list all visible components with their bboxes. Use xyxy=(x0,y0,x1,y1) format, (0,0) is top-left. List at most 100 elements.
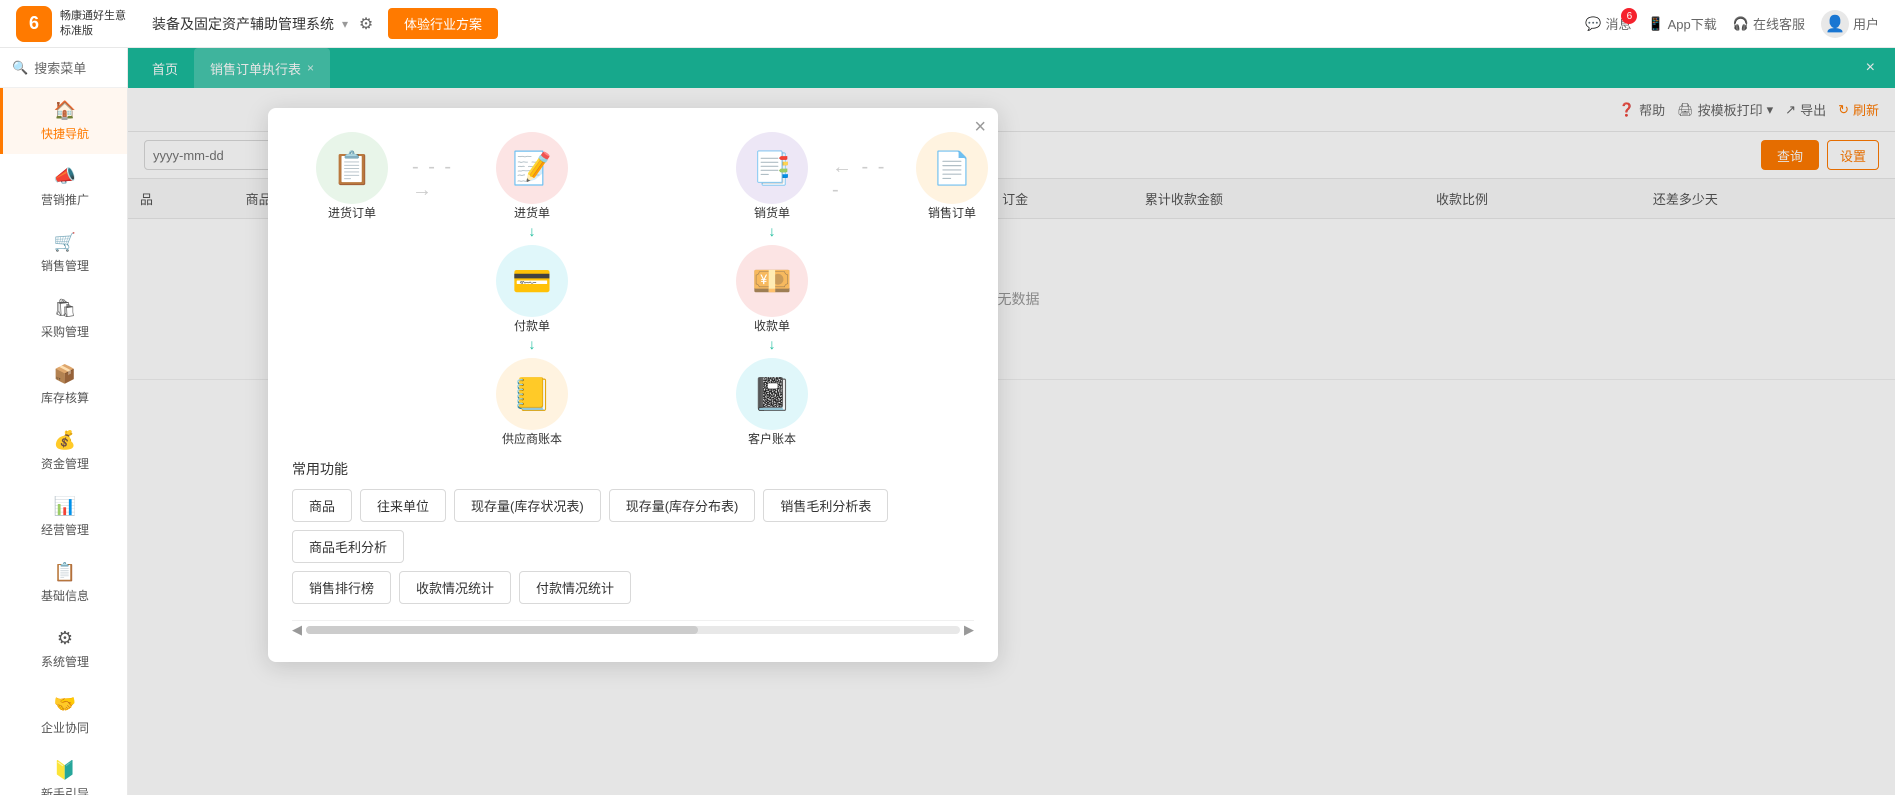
sidebar-item-purchase[interactable]: 🛍 采购管理 xyxy=(0,286,127,352)
logo-area: 6 畅康通好生意 标准版 xyxy=(16,6,144,42)
flow-label-receipt: 收款单 xyxy=(754,317,790,334)
sidebar-item-system[interactable]: ⚙ 系统管理 xyxy=(0,616,127,682)
flow-cell-receipt: 💴 收款单 xyxy=(712,245,832,334)
flow-cell-payment: 💳 付款单 xyxy=(472,245,592,334)
main-area: 🔍 搜索菜单 🏠 快捷导航 📣 营销推广 🛒 销售管理 🛍 采购管理 📦 xyxy=(0,48,1895,795)
flow-node-payment[interactable]: 💳 xyxy=(496,245,568,317)
message-button[interactable]: 💬 消息 6 xyxy=(1585,14,1631,33)
online-service-button[interactable]: 🎧 在线客服 xyxy=(1733,14,1805,33)
system-title: 装备及固定资产辅助管理系统 ▾ xyxy=(152,14,348,34)
sidebar-item-basic-info[interactable]: 📋 基础信息 xyxy=(0,550,127,616)
common-functions-title: 常用功能 xyxy=(292,459,974,479)
sales-icon: 🛒 xyxy=(54,232,76,253)
flow-label-purchase-order: 进货订单 xyxy=(328,204,376,221)
flow-cell-purchase-order: 📋 进货订单 xyxy=(292,132,412,221)
sidebar-item-inventory[interactable]: 📦 库存核算 xyxy=(0,352,127,418)
purchase-bill-icon: 📝 xyxy=(512,149,552,187)
message-badge: 6 xyxy=(1621,8,1637,24)
flow-arrows-row2: ↓ ↓ xyxy=(292,334,974,354)
flow-arrow-sales-order-to-bill: ← - - - xyxy=(832,132,892,202)
scroll-right-button[interactable]: ▶ xyxy=(964,622,974,638)
flow-label-purchase-bill: 进货单 xyxy=(514,204,550,221)
logo-text: 畅康通好生意 标准版 xyxy=(60,9,126,38)
flow-node-sales-order[interactable]: 📄 xyxy=(916,132,988,204)
flow-node-receipt[interactable]: 💴 xyxy=(736,245,808,317)
modal-close-button[interactable]: × xyxy=(974,116,986,139)
guide-icon: 🔰 xyxy=(54,760,76,781)
avatar: 👤 xyxy=(1821,10,1849,38)
flow-cell-supplier-ledger: 📒 供应商账本 xyxy=(472,358,592,447)
flow-cell-sales-bill: 📑 销货单 xyxy=(712,132,832,221)
finance-icon: 💰 xyxy=(54,430,76,451)
enterprise-icon: 🤝 xyxy=(54,694,76,715)
flow-diagram-row3: 📒 供应商账本 📓 客户账本 xyxy=(292,358,974,447)
purchase-icon: 🛍 xyxy=(54,298,77,319)
supplier-ledger-icon: 📒 xyxy=(512,375,552,413)
flow-arrow-purchase-to-bill: - - - → xyxy=(412,132,472,202)
marketing-icon: 📣 xyxy=(54,166,76,187)
flow-label-customer-ledger: 客户账本 xyxy=(748,430,796,447)
dropdown-icon[interactable]: ▾ xyxy=(342,17,348,31)
common-functions-buttons: 商品 往来单位 现存量(库存状况表) 现存量(库存分布表) 销售毛利分析表 商品… xyxy=(292,489,974,563)
sidebar-item-finance[interactable]: 💰 资金管理 xyxy=(0,418,127,484)
func-btn-1[interactable]: 往来单位 xyxy=(360,489,446,522)
gear-button[interactable]: ⚙ xyxy=(352,10,380,38)
flow-arrow-down-receipt: ↓ xyxy=(712,223,832,239)
home-icon: 🏠 xyxy=(54,100,76,121)
sidebar-item-marketing[interactable]: 📣 营销推广 xyxy=(0,154,127,220)
func-btn-5[interactable]: 商品毛利分析 xyxy=(292,530,404,563)
user-menu[interactable]: 👤 用户 xyxy=(1821,10,1879,38)
search-icon: 🔍 xyxy=(12,60,28,76)
experience-button[interactable]: 体验行业方案 xyxy=(388,8,498,39)
customer-ledger-icon: 📓 xyxy=(752,375,792,413)
flow-node-customer-ledger[interactable]: 📓 xyxy=(736,358,808,430)
sidebar-item-operation[interactable]: 📊 经营管理 xyxy=(0,484,127,550)
func-btn-0[interactable]: 商品 xyxy=(292,489,352,522)
flow-node-sales-bill[interactable]: 📑 xyxy=(736,132,808,204)
flow-label-sales-bill: 销货单 xyxy=(754,204,790,221)
content-area: 首页 销售订单执行表 × × ❓ 帮助 🖨 按模板打印 ▾ xyxy=(128,48,1895,795)
flow-label-sales-order: 销售订单 xyxy=(928,204,976,221)
sales-order-icon: 📄 xyxy=(932,149,972,187)
func-btn-3[interactable]: 现存量(库存分布表) xyxy=(609,489,756,522)
system-name: 装备及固定资产辅助管理系统 xyxy=(152,14,334,34)
flow-arrow-down-supplier: ↓ xyxy=(472,336,592,352)
app-download-button[interactable]: 📱 App下载 xyxy=(1647,14,1716,33)
system-icon: ⚙ xyxy=(57,628,73,649)
payment-icon: 💳 xyxy=(512,262,552,300)
search-menu-item[interactable]: 🔍 搜索菜单 xyxy=(0,48,127,88)
common-functions-buttons-row2: 销售排行榜 收款情况统计 付款情况统计 xyxy=(292,571,974,604)
download-icon: 📱 xyxy=(1647,16,1663,32)
flow-cell-purchase-bill: 📝 进货单 xyxy=(472,132,592,221)
flow-diagram-row2: 💳 付款单 💴 收款单 xyxy=(292,245,974,334)
message-icon: 💬 xyxy=(1585,16,1601,32)
func-btn-4[interactable]: 销售毛利分析表 xyxy=(763,489,888,522)
sidebar-item-quick-nav[interactable]: 🏠 快捷导航 xyxy=(0,88,127,154)
sidebar-item-sales[interactable]: 🛒 销售管理 xyxy=(0,220,127,286)
sidebar-item-enterprise[interactable]: 🤝 企业协同 xyxy=(0,682,127,748)
operation-icon: 📊 xyxy=(54,496,76,517)
flow-node-supplier-ledger[interactable]: 📒 xyxy=(496,358,568,430)
func-btn-2[interactable]: 现存量(库存状况表) xyxy=(454,489,601,522)
scroll-thumb xyxy=(306,626,698,634)
flow-label-supplier-ledger: 供应商账本 xyxy=(502,430,562,447)
basic-info-icon: 📋 xyxy=(54,562,76,583)
flow-cell-customer-ledger: 📓 客户账本 xyxy=(712,358,832,447)
top-bar: 6 畅康通好生意 标准版 装备及固定资产辅助管理系统 ▾ ⚙ 体验行业方案 💬 … xyxy=(0,0,1895,48)
flow-node-purchase-bill[interactable]: 📝 xyxy=(496,132,568,204)
func-btn-6[interactable]: 销售排行榜 xyxy=(292,571,391,604)
flow-diagram-row1: 📋 进货订单 - - - → 📝 进货单 xyxy=(292,132,974,221)
modal-scrollbar: ◀ ▶ xyxy=(292,620,974,638)
func-btn-7[interactable]: 收款情况统计 xyxy=(399,571,511,604)
scroll-left-button[interactable]: ◀ xyxy=(292,622,302,638)
receipt-icon: 💴 xyxy=(752,262,792,300)
flow-node-purchase-order[interactable]: 📋 xyxy=(316,132,388,204)
flow-modal: × 📋 进货订单 - - - → xyxy=(268,108,998,662)
flow-cell-sales-order: 📄 销售订单 xyxy=(892,132,1012,221)
sidebar-item-guide[interactable]: 🔰 新手引导 xyxy=(0,748,127,795)
sales-bill-icon: 📑 xyxy=(752,149,792,187)
scroll-track[interactable] xyxy=(306,626,960,634)
func-btn-8[interactable]: 付款情况统计 xyxy=(519,571,631,604)
logo-icon: 6 xyxy=(16,6,52,42)
top-right-area: 💬 消息 6 📱 App下载 🎧 在线客服 👤 用户 xyxy=(1585,10,1879,38)
